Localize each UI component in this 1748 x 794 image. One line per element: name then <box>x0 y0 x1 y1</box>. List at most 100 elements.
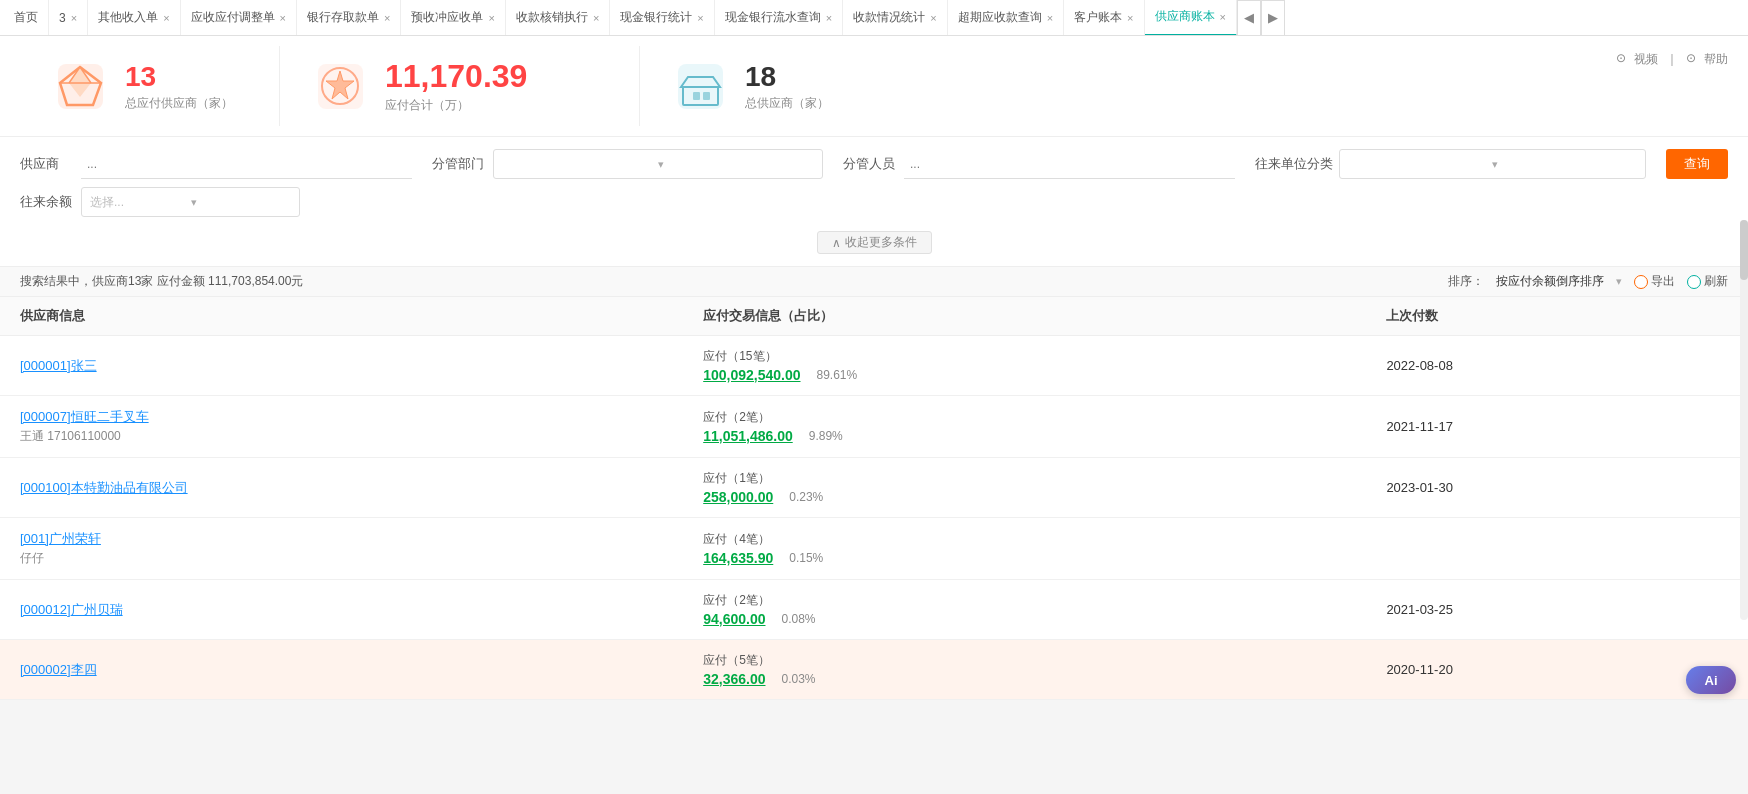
nav-arrow-right[interactable]: ▶ <box>1261 0 1285 36</box>
nav-tab-cash-bank-stat[interactable]: 现金银行统计 × <box>610 0 714 36</box>
star-icon <box>310 56 370 116</box>
dept-select[interactable]: ▾ <box>493 149 824 179</box>
stat-num-2: 11,170.39 <box>385 58 527 95</box>
nav-tab-advance-collect-label: 预收冲应收单 <box>411 9 483 26</box>
supplier-cell-3: [000100]本特勤油品有限公司 <box>20 479 703 497</box>
nav-tab-other-income[interactable]: 其他收入单 × <box>88 0 180 36</box>
tx-pct-4: 0.15% <box>789 551 823 565</box>
supplier-cell-5: [000012]广州贝瑞 <box>20 601 703 619</box>
refresh-icon <box>1687 275 1701 289</box>
category-select[interactable]: ▾ <box>1339 149 1647 179</box>
close-icon[interactable]: × <box>1047 12 1053 24</box>
collapse-button[interactable]: ∧ 收起更多条件 <box>817 231 932 254</box>
diamond-icon <box>50 56 110 116</box>
help-link[interactable]: 帮助 <box>1704 51 1728 68</box>
nav-tab-other-income-label: 其他收入单 <box>98 9 158 26</box>
tx-label-4: 应付（4笔） <box>703 531 1386 548</box>
filter-supplier: 供应商 <box>20 149 412 179</box>
table-section: 供应商信息 应付交易信息（占比） 上次付数 [000001]张三 应付（15笔）… <box>0 297 1748 700</box>
tx-amount-6[interactable]: 32,366.00 <box>703 671 765 687</box>
supplier-link-6[interactable]: [000002]李四 <box>20 661 703 679</box>
video-link[interactable]: 视频 <box>1634 51 1658 68</box>
tx-amount-4[interactable]: 164,635.90 <box>703 550 773 566</box>
last-pay-1: 2022-08-08 <box>1386 358 1453 373</box>
nav-tab-3[interactable]: 3 × <box>49 0 88 36</box>
nav-tab-advance-collect[interactable]: 预收冲应收单 × <box>401 0 505 36</box>
scrollbar-track[interactable] <box>1740 220 1748 620</box>
close-icon[interactable]: × <box>488 12 494 24</box>
nav-tab-collect-verify[interactable]: 收款核销执行 × <box>506 0 610 36</box>
stat-label-3: 总供应商（家） <box>745 95 829 112</box>
nav-tab-collect-stat[interactable]: 收款情况统计 × <box>843 0 947 36</box>
nav-tab-cash-bank-stat-label: 现金银行统计 <box>620 9 692 26</box>
close-icon[interactable]: × <box>384 12 390 24</box>
tx-amount-5[interactable]: 94,600.00 <box>703 611 765 627</box>
scrollbar-thumb[interactable] <box>1740 220 1748 280</box>
tx-amount-3[interactable]: 258,000.00 <box>703 489 773 505</box>
nav-tab-overdue-collect[interactable]: 超期应收款查询 × <box>948 0 1064 36</box>
close-icon[interactable]: × <box>697 12 703 24</box>
top-navigation: 首页 3 × 其他收入单 × 应收应付调整单 × 银行存取款单 × 预收冲应收单… <box>0 0 1748 36</box>
close-icon[interactable]: × <box>1220 11 1226 23</box>
table-header: 供应商信息 应付交易信息（占比） 上次付数 <box>0 297 1748 336</box>
nav-tab-ap-adjust-label: 应收应付调整单 <box>191 9 275 26</box>
supplier-link-3[interactable]: [000100]本特勤油品有限公司 <box>20 479 703 497</box>
close-icon[interactable]: × <box>1127 12 1133 24</box>
stat-label-2: 应付合计（万） <box>385 97 527 114</box>
refresh-btn-label: 刷新 <box>1704 273 1728 290</box>
person-input[interactable] <box>904 149 1235 179</box>
filter-section: 供应商 分管部门 ▾ 分管人员 往来单位分类 ▾ 查询 往来余额 选择 <box>0 137 1748 267</box>
refresh-button[interactable]: 刷新 <box>1687 273 1728 290</box>
stat-label-1: 总应付供应商（家） <box>125 95 233 112</box>
svg-rect-11 <box>703 92 710 100</box>
supplier-link-1[interactable]: [000001]张三 <box>20 357 703 375</box>
collapse-bar: ∧ 收起更多条件 <box>20 225 1728 258</box>
tx-amount-1[interactable]: 100,092,540.00 <box>703 367 800 383</box>
nav-tab-customer-account-label: 客户账本 <box>1074 9 1122 26</box>
last-pay-6: 2020-11-20 <box>1386 662 1453 677</box>
tx-amount-2[interactable]: 11,051,486.00 <box>703 428 793 444</box>
nav-tab-cash-bank-flow[interactable]: 现金银行流水查询 × <box>715 0 843 36</box>
query-button[interactable]: 查询 <box>1666 149 1728 179</box>
balance-select[interactable]: 选择... ▾ <box>81 187 300 217</box>
nav-tab-cash-bank-flow-label: 现金银行流水查询 <box>725 9 821 26</box>
chevron-down-icon-2: ▾ <box>1492 158 1637 171</box>
close-icon[interactable]: × <box>280 12 286 24</box>
last-pay-3: 2023-01-30 <box>1386 480 1453 495</box>
last-pay-2: 2021-11-17 <box>1386 419 1453 434</box>
nav-tab-supplier-account[interactable]: 供应商账本 × <box>1145 0 1237 36</box>
sort-select[interactable]: 按应付余额倒序排序 <box>1496 273 1604 290</box>
chevron-down-icon-3: ▾ <box>191 196 292 209</box>
stats-header: 13 总应付供应商（家） 11,170.39 应付合计（万） <box>0 36 1748 137</box>
close-icon[interactable]: × <box>163 12 169 24</box>
nav-tab-bank-deposit[interactable]: 银行存取款单 × <box>297 0 401 36</box>
filter-dept: 分管部门 ▾ <box>432 149 824 179</box>
supplier-link-2[interactable]: [000007]恒旺二手叉车 <box>20 408 703 426</box>
col-header-tx: 应付交易信息（占比） <box>703 307 1386 325</box>
export-button[interactable]: 导出 <box>1634 273 1675 290</box>
nav-tab-bank-deposit-label: 银行存取款单 <box>307 9 379 26</box>
nav-tab-ap-adjust[interactable]: 应收应付调整单 × <box>181 0 297 36</box>
close-icon[interactable]: × <box>593 12 599 24</box>
close-icon[interactable]: × <box>826 12 832 24</box>
close-icon[interactable]: × <box>71 12 77 24</box>
chevron-down-icon-sort[interactable]: ▾ <box>1616 275 1622 288</box>
ai-button[interactable]: Ai <box>1686 666 1736 694</box>
stat-num-3: 18 <box>745 61 829 93</box>
nav-tab-customer-account[interactable]: 客户账本 × <box>1064 0 1144 36</box>
results-summary: 搜索结果中，供应商13家 应付金额 111,703,854.00元 <box>20 273 303 290</box>
nav-tab-home[interactable]: 首页 <box>4 0 49 36</box>
nav-arrow-left[interactable]: ◀ <box>1237 0 1261 36</box>
tx-label-3: 应付（1笔） <box>703 470 1386 487</box>
lastpay-cell-6: 2020-11-20 <box>1386 662 1728 677</box>
tx-row-1: 100,092,540.00 89.61% <box>703 367 1386 383</box>
tx-row-2: 11,051,486.00 9.89% <box>703 428 1386 444</box>
results-bar: 搜索结果中，供应商13家 应付金额 111,703,854.00元 排序： 按应… <box>0 267 1748 297</box>
category-label: 往来单位分类 <box>1255 155 1333 173</box>
supplier-link-4[interactable]: [001]广州荣轩 <box>20 530 703 548</box>
supplier-cell-6: [000002]李四 <box>20 661 703 679</box>
supplier-link-5[interactable]: [000012]广州贝瑞 <box>20 601 703 619</box>
supplier-input[interactable] <box>81 149 412 179</box>
close-icon[interactable]: × <box>930 12 936 24</box>
tx-row-4: 164,635.90 0.15% <box>703 550 1386 566</box>
